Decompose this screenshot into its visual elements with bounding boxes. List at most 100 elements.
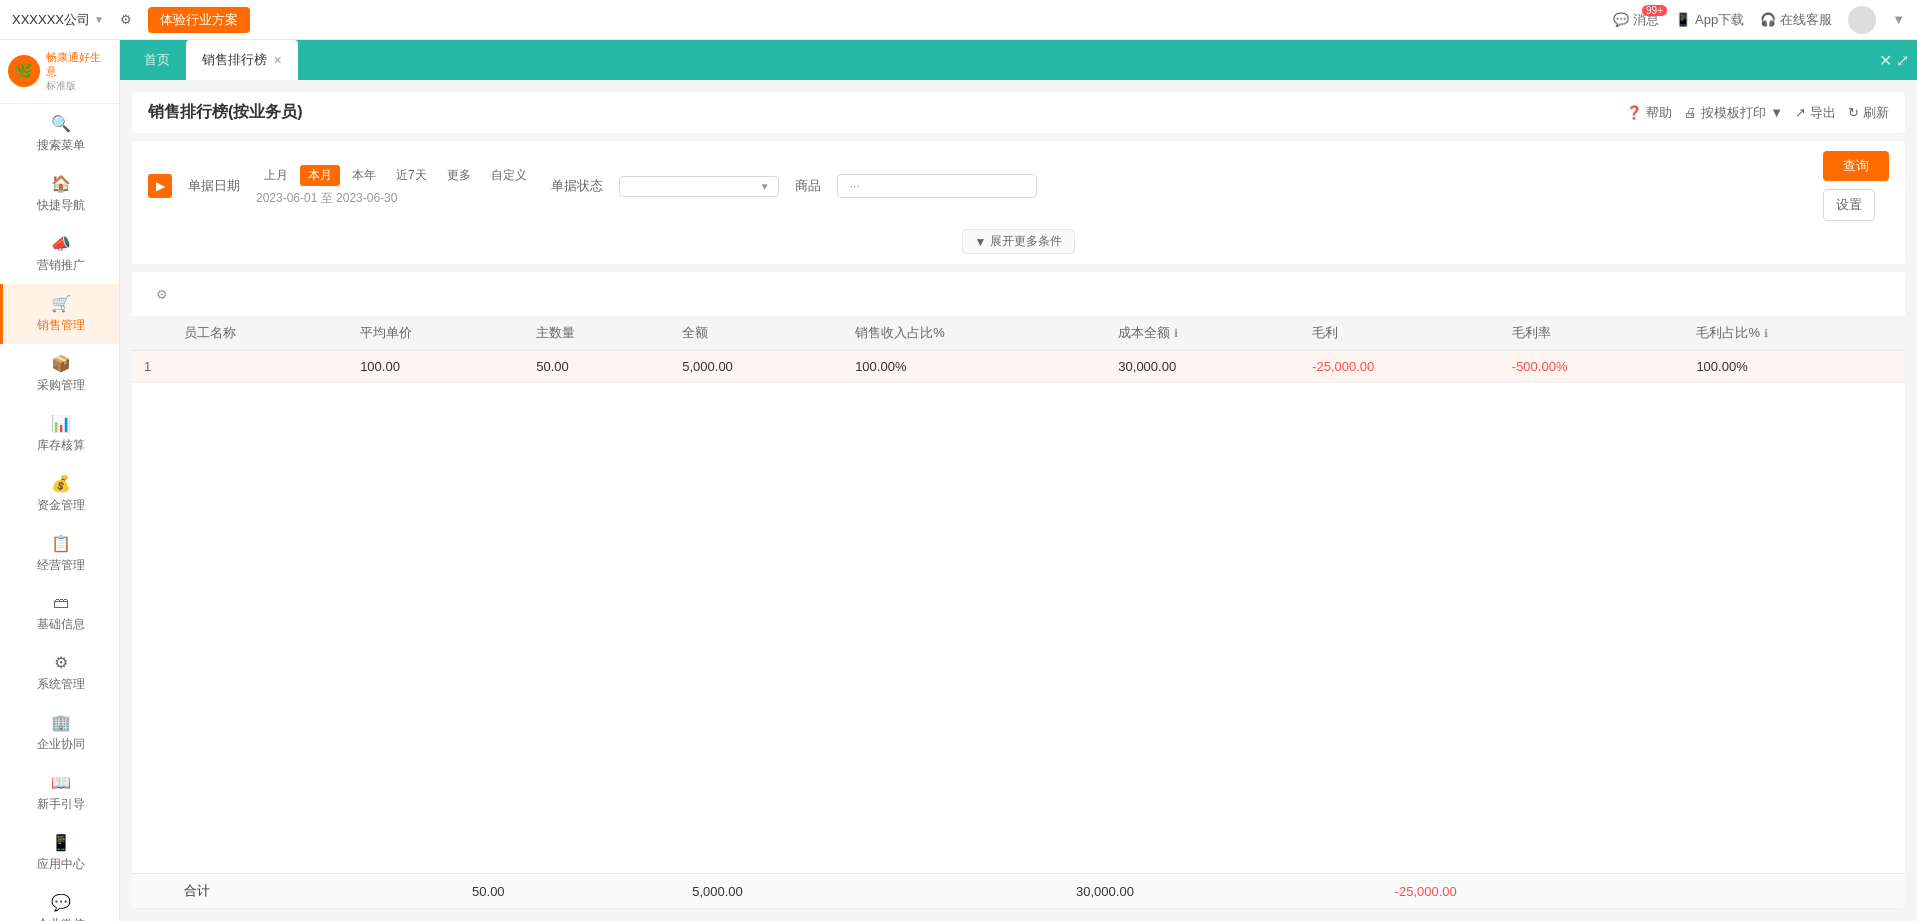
tab-maximize-icon[interactable]: ⤢ (1896, 51, 1909, 70)
sidebar-label-wechat: 企业微信 (37, 916, 85, 921)
filter-expand-toggle[interactable]: ▶ (148, 174, 172, 198)
cost-info-icon[interactable]: ℹ (1174, 327, 1178, 339)
app-icon: 📱 (1675, 12, 1691, 27)
footer-row: 合计 50.00 5,000.00 30,000.00 -25,000.00 (132, 874, 1905, 909)
date-tab-this-year[interactable]: 本年 (344, 165, 384, 186)
app-center-icon: 📱 (51, 833, 71, 852)
table-footer: 合计 50.00 5,000.00 30,000.00 -25,000.00 (132, 873, 1905, 909)
footer-sales-pct (971, 874, 1064, 909)
footer-gross-pct (1812, 874, 1905, 909)
date-tab-7days[interactable]: 近7天 (388, 165, 435, 186)
date-tab-this-month[interactable]: 本月 (300, 165, 340, 186)
gross-pct-info-icon[interactable]: ℹ (1764, 327, 1768, 339)
operation-icon: 📋 (51, 534, 71, 553)
print-button[interactable]: 🖨 按模板打印 ▼ (1684, 104, 1783, 122)
footer-avg (367, 874, 460, 909)
marketing-icon: 📣 (51, 234, 71, 253)
th-avg-price: 平均单价 (348, 316, 524, 351)
date-tab-more[interactable]: 更多 (439, 165, 479, 186)
date-range: 2023-06-01 至 2023-06-30 (256, 190, 535, 207)
sidebar-item-purchase[interactable]: 📦 采购管理 (0, 344, 119, 404)
data-table: 员工名称 平均单价 主数量 全额 销售收入占比% 成本全额 ℹ 毛利 毛利率 毛… (132, 316, 1905, 383)
th-sales-pct: 销售收入占比% (843, 316, 1106, 351)
sidebar-label-system: 系统管理 (37, 676, 85, 693)
online-service-button[interactable]: 🎧 在线客服 (1760, 11, 1832, 29)
logo-text: 畅康通好生意 (46, 50, 111, 79)
filter-settings-button[interactable]: 设置 (1823, 189, 1875, 221)
goods-more-icon: ··· (850, 179, 860, 193)
status-select-arrow: ▼ (760, 181, 770, 192)
cell-gross: -25,000.00 (1300, 351, 1500, 383)
sidebar-label-enterprise: 企业协同 (37, 736, 85, 753)
sidebar-item-basic[interactable]: 🗃 基础信息 (0, 584, 119, 643)
sidebar-item-app-center[interactable]: 📱 应用中心 (0, 823, 119, 883)
sidebar-item-marketing[interactable]: 📣 营销推广 (0, 224, 119, 284)
print-icon: 🖨 (1684, 105, 1697, 120)
th-cost: 成本全额 ℹ (1106, 316, 1300, 351)
sidebar-item-system[interactable]: ⚙ 系统管理 (0, 643, 119, 703)
print-arrow: ▼ (1770, 105, 1783, 120)
settings-icon[interactable]: ⚙ (112, 6, 140, 34)
sidebar-item-finance[interactable]: 💰 资金管理 (0, 464, 119, 524)
app-download-button[interactable]: 📱 App下载 (1675, 11, 1744, 29)
expand-more-button[interactable]: ▼ 展开更多条件 (962, 229, 1076, 254)
goods-filter-label: 商品 (795, 177, 821, 195)
sidebar-item-sales[interactable]: 🛒 销售管理 (0, 284, 119, 344)
guide-icon: 📖 (51, 773, 71, 792)
sidebar-item-operation[interactable]: 📋 经营管理 (0, 524, 119, 584)
message-button[interactable]: 💬 消息 99+ (1613, 11, 1659, 29)
tab-close-all-icon[interactable]: ✕ (1879, 51, 1892, 70)
footer-cost: 30,000.00 (1064, 874, 1383, 909)
finance-icon: 💰 (51, 474, 71, 493)
sidebar-item-enterprise[interactable]: 🏢 企业协同 (0, 703, 119, 763)
top-bar: XXXXXX公司 ▼ ⚙ 体验行业方案 💬 消息 99+ 📱 App下载 🎧 在… (0, 0, 1917, 40)
sidebar-item-search[interactable]: 🔍 搜索菜单 (0, 104, 119, 164)
th-name: 员工名称 (172, 316, 348, 351)
service-icon: 🎧 (1760, 12, 1776, 27)
sidebar-label-shortcut: 快捷导航 (37, 197, 85, 214)
home-icon: 🏠 (51, 174, 71, 193)
sidebar-label-finance: 资金管理 (37, 497, 85, 514)
query-button[interactable]: 查询 (1823, 151, 1889, 181)
sidebar-item-guide[interactable]: 📖 新手引导 (0, 763, 119, 823)
sales-icon: 🛒 (51, 294, 71, 313)
status-select[interactable]: ▼ (619, 176, 779, 197)
tab-close-icon[interactable]: ✕ (273, 54, 282, 67)
tab-home[interactable]: 首页 (128, 40, 186, 80)
th-qty: 主数量 (524, 316, 670, 351)
goods-select[interactable]: ··· (837, 174, 1037, 198)
content-area: 首页 销售排行榜 ✕ ✕ ⤢ 销售排行榜(按业务员) ❓ 帮助 (120, 40, 1917, 921)
refresh-label: 刷新 (1863, 104, 1889, 122)
export-icon: ↗ (1795, 105, 1806, 120)
date-tab-last-month[interactable]: 上月 (256, 165, 296, 186)
sidebar-item-shortcut[interactable]: 🏠 快捷导航 (0, 164, 119, 224)
refresh-button[interactable]: ↻ 刷新 (1848, 104, 1889, 122)
app-label: App下载 (1695, 11, 1744, 29)
th-gross-pct: 毛利占比% ℹ (1684, 316, 1905, 351)
filter-area: ▶ 单据日期 上月 本月 本年 近7天 更多 自定义 2023-06-01 至 … (132, 141, 1905, 264)
tab-bar: 首页 销售排行榜 ✕ ✕ ⤢ (120, 40, 1917, 80)
company-selector[interactable]: XXXXXX公司 ▼ (12, 11, 104, 29)
th-rank (132, 316, 172, 351)
expand-down-icon: ▼ (975, 235, 987, 249)
cell-cost: 30,000.00 (1106, 351, 1300, 383)
avatar[interactable] (1848, 6, 1876, 34)
status-filter-label: 单据状态 (551, 177, 603, 195)
sidebar-item-inventory[interactable]: 📊 库存核算 (0, 404, 119, 464)
sidebar-item-wechat[interactable]: 💬 企业微信 (0, 883, 119, 921)
trial-button[interactable]: 体验行业方案 (148, 7, 250, 33)
message-icon: 💬 (1613, 12, 1629, 27)
column-settings-icon[interactable]: ⚙ (148, 280, 176, 308)
date-tab-custom[interactable]: 自定义 (483, 165, 535, 186)
sidebar-label-sales: 销售管理 (37, 317, 85, 334)
sidebar-label-purchase: 采购管理 (37, 377, 85, 394)
footer-label: 合计 (172, 874, 367, 909)
export-button[interactable]: ↗ 导出 (1795, 104, 1836, 122)
tab-sales-rank-label: 销售排行榜 (202, 51, 267, 69)
service-label: 在线客服 (1780, 11, 1832, 29)
tab-sales-rank[interactable]: 销售排行榜 ✕ (186, 40, 298, 80)
username: ▼ (1892, 12, 1905, 27)
table-wrapper: ⚙ 员工名称 平均单价 主数量 全额 销售收入占比% 成本全额 ℹ 毛利 (132, 272, 1905, 909)
help-button[interactable]: ❓ 帮助 (1626, 104, 1672, 122)
enterprise-icon: 🏢 (51, 713, 71, 732)
